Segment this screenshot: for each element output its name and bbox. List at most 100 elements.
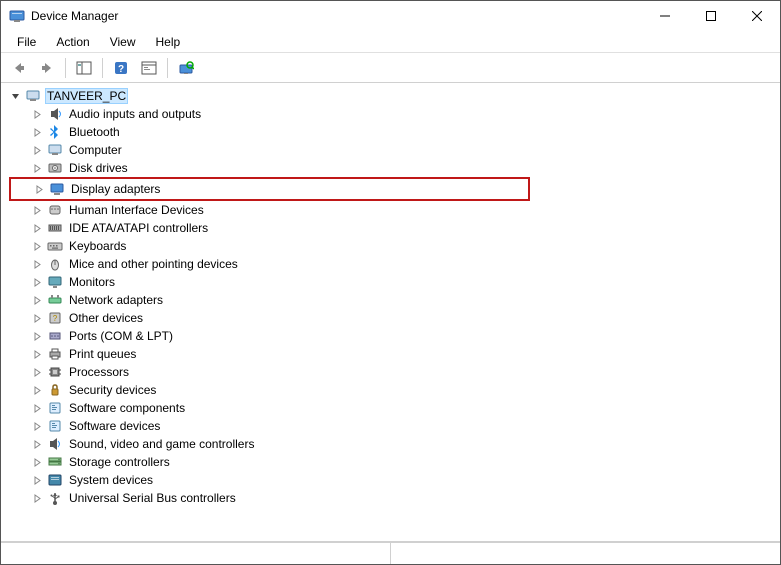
tree-item[interactable]: Processors [9, 363, 780, 381]
tree-item-label: Security devices [67, 382, 158, 398]
scan-hardware-button[interactable] [174, 56, 198, 80]
tree-root-node[interactable]: TANVEER_PC [9, 87, 780, 105]
other-icon: ? [47, 310, 63, 326]
chevron-right-icon[interactable] [31, 108, 43, 120]
tree-item-label: Audio inputs and outputs [67, 106, 203, 122]
tree-item[interactable]: Security devices [9, 381, 780, 399]
back-button[interactable] [7, 56, 31, 80]
security-icon [47, 382, 63, 398]
menu-help[interactable]: Help [146, 33, 191, 51]
show-hide-console-tree-button[interactable] [72, 56, 96, 80]
tree-item[interactable]: Human Interface Devices [9, 201, 780, 219]
tree-item-label: Universal Serial Bus controllers [67, 490, 238, 506]
chevron-right-icon[interactable] [31, 276, 43, 288]
tree-item-label: Other devices [67, 310, 145, 326]
chevron-right-icon[interactable] [31, 258, 43, 270]
tree-item-label: Computer [67, 142, 124, 158]
tree-item[interactable]: Keyboards [9, 237, 780, 255]
tree-item[interactable]: Disk drives [9, 159, 780, 177]
hid-icon [47, 202, 63, 218]
chevron-right-icon[interactable] [31, 384, 43, 396]
chevron-right-icon[interactable] [33, 183, 45, 195]
tree-item[interactable]: Software components [9, 399, 780, 417]
menu-action[interactable]: Action [46, 33, 99, 51]
tree-item[interactable]: Network adapters [9, 291, 780, 309]
tree-item[interactable]: System devices [9, 471, 780, 489]
chevron-right-icon[interactable] [31, 294, 43, 306]
tree-item-label: Sound, video and game controllers [67, 436, 256, 452]
forward-button[interactable] [35, 56, 59, 80]
tree-item[interactable]: Storage controllers [9, 453, 780, 471]
tree-item[interactable]: Audio inputs and outputs [9, 105, 780, 123]
tree-item[interactable]: IDE ATA/ATAPI controllers [9, 219, 780, 237]
tree-item[interactable]: Monitors [9, 273, 780, 291]
tree-item-label: Monitors [67, 274, 117, 290]
audio-icon [47, 106, 63, 122]
software-icon [47, 400, 63, 416]
chevron-right-icon[interactable] [31, 312, 43, 324]
chevron-right-icon[interactable] [31, 402, 43, 414]
menubar: File Action View Help [1, 31, 780, 53]
chevron-right-icon[interactable] [31, 162, 43, 174]
usb-icon [47, 490, 63, 506]
window-title: Device Manager [31, 9, 642, 23]
help-button[interactable]: ? [109, 56, 133, 80]
chevron-right-icon[interactable] [31, 456, 43, 468]
chevron-down-icon[interactable] [9, 90, 21, 102]
cpu-icon [47, 364, 63, 380]
printer-icon [47, 346, 63, 362]
system-icon [47, 472, 63, 488]
tree-item-label: Human Interface Devices [67, 202, 206, 218]
bluetooth-icon [47, 124, 63, 140]
titlebar: Device Manager [1, 1, 780, 31]
tree-item-label: Display adapters [69, 181, 162, 197]
tree-item[interactable]: Universal Serial Bus controllers [9, 489, 780, 507]
tree-item[interactable]: Display adapters [11, 180, 528, 198]
chevron-right-icon[interactable] [31, 222, 43, 234]
ide-icon [47, 220, 63, 236]
sound-icon [47, 436, 63, 452]
tree-item[interactable]: Print queues [9, 345, 780, 363]
tree-item[interactable]: ? Other devices [9, 309, 780, 327]
maximize-button[interactable] [688, 1, 734, 31]
properties-button[interactable] [137, 56, 161, 80]
chevron-right-icon[interactable] [31, 204, 43, 216]
chevron-right-icon[interactable] [31, 438, 43, 450]
status-pane-right [391, 543, 780, 564]
chevron-right-icon[interactable] [31, 330, 43, 342]
tree-item-label: IDE ATA/ATAPI controllers [67, 220, 210, 236]
tree-item[interactable]: Software devices [9, 417, 780, 435]
tree-item-label: Disk drives [67, 160, 130, 176]
tree-item[interactable]: Ports (COM & LPT) [9, 327, 780, 345]
tree-item[interactable]: Mice and other pointing devices [9, 255, 780, 273]
tree-item[interactable]: Sound, video and game controllers [9, 435, 780, 453]
tree-item[interactable]: Computer [9, 141, 780, 159]
toolbar-separator [102, 58, 103, 78]
minimize-button[interactable] [642, 1, 688, 31]
chevron-right-icon[interactable] [31, 366, 43, 378]
network-icon [47, 292, 63, 308]
display-icon [49, 181, 65, 197]
toolbar-separator [65, 58, 66, 78]
tree-item[interactable]: Bluetooth [9, 123, 780, 141]
chevron-right-icon[interactable] [31, 492, 43, 504]
close-button[interactable] [734, 1, 780, 31]
chevron-right-icon[interactable] [31, 474, 43, 486]
chevron-right-icon[interactable] [31, 348, 43, 360]
tree-item-label: Storage controllers [67, 454, 172, 470]
device-tree[interactable]: TANVEER_PC Audio inputs and outputsBluet… [1, 83, 780, 542]
menu-view[interactable]: View [100, 33, 146, 51]
chevron-right-icon[interactable] [31, 126, 43, 138]
tree-item-label: Software components [67, 400, 187, 416]
menu-file[interactable]: File [7, 33, 46, 51]
svg-text:?: ? [53, 314, 58, 323]
storage-icon [47, 454, 63, 470]
chevron-right-icon[interactable] [31, 240, 43, 252]
svg-text:?: ? [118, 64, 124, 75]
chevron-right-icon[interactable] [31, 420, 43, 432]
toolbar-separator [167, 58, 168, 78]
tree-item-label: Network adapters [67, 292, 165, 308]
software-icon [47, 418, 63, 434]
chevron-right-icon[interactable] [31, 144, 43, 156]
tree-item-label: Mice and other pointing devices [67, 256, 240, 272]
